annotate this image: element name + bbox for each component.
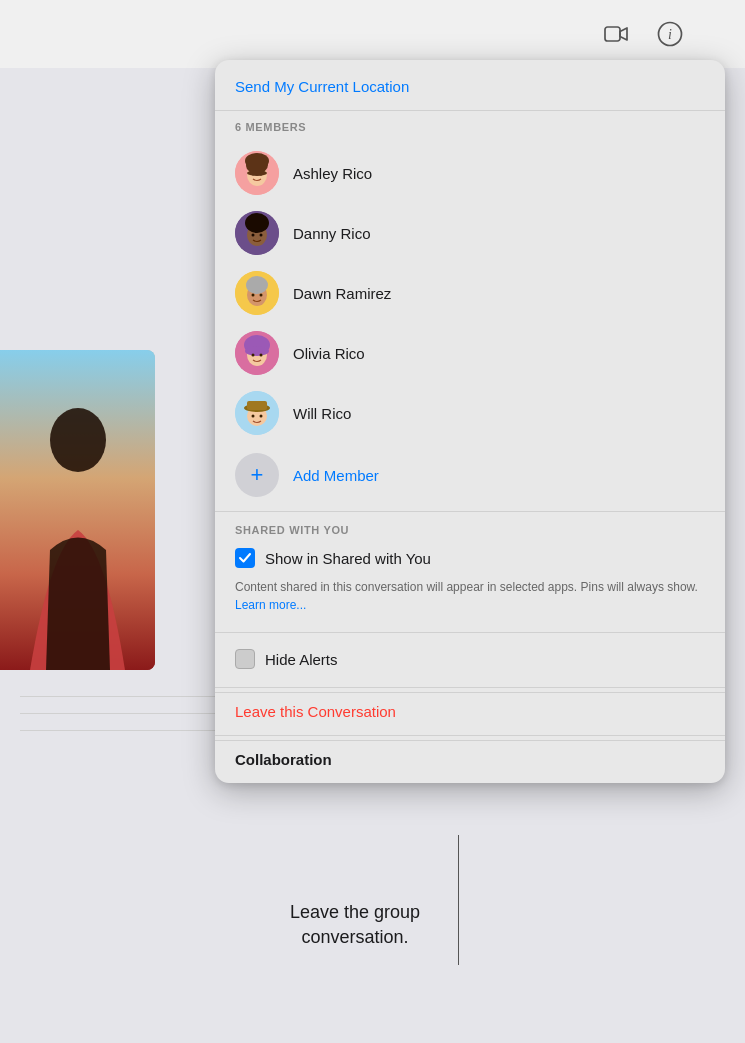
collaboration-label: Collaboration: [235, 751, 332, 768]
members-label: 6 MEMBERS: [235, 121, 705, 133]
svg-point-25: [245, 346, 269, 356]
svg-rect-31: [247, 401, 267, 410]
member-danny[interactable]: Danny Rico: [235, 203, 705, 263]
leave-section: Leave this Conversation: [215, 692, 725, 731]
collaboration-section: Collaboration: [215, 740, 725, 783]
divider-3: [215, 687, 725, 688]
svg-point-33: [260, 415, 263, 418]
divider-2: [215, 632, 725, 633]
divider-4: [215, 735, 725, 736]
top-bar: i: [0, 0, 745, 68]
member-ashley[interactable]: Ashley Rico: [235, 143, 705, 203]
svg-point-21: [260, 294, 263, 297]
member-will-name: Will Rico: [293, 405, 351, 422]
svg-point-11: [247, 170, 267, 176]
add-member-label: Add Member: [293, 467, 379, 484]
members-section-header: 6 MEMBERS: [215, 111, 725, 143]
send-location-section: Send My Current Location: [215, 60, 725, 111]
avatar-dawn: [235, 271, 279, 315]
annotation-line2: conversation.: [302, 927, 409, 947]
chat-photo-thumbnail: [0, 350, 155, 670]
svg-rect-0: [605, 27, 620, 41]
svg-point-26: [252, 354, 255, 357]
learn-more-link[interactable]: Learn more...: [235, 598, 306, 612]
show-shared-checkbox[interactable]: [235, 548, 255, 568]
add-member-row[interactable]: + Add Member: [235, 443, 705, 507]
details-panel: Send My Current Location 6 MEMBERS: [215, 60, 725, 783]
svg-point-16: [260, 234, 263, 237]
members-list: Ashley Rico Danny Rico: [215, 143, 725, 507]
avatar-ashley: [235, 151, 279, 195]
member-dawn[interactable]: Dawn Ramirez: [235, 263, 705, 323]
shared-description-text: Content shared in this conversation will…: [235, 574, 705, 622]
annotation-line1: Leave the group: [290, 902, 420, 922]
add-member-icon: +: [235, 453, 279, 497]
svg-text:i: i: [668, 27, 672, 42]
svg-point-27: [260, 354, 263, 357]
svg-point-32: [252, 415, 255, 418]
svg-point-14: [245, 213, 269, 233]
avatar-olivia: [235, 331, 279, 375]
hide-alerts-checkbox[interactable]: [235, 649, 255, 669]
annotation-line: [458, 835, 459, 965]
shared-with-you-label: SHARED WITH YOU: [235, 524, 705, 536]
member-dawn-name: Dawn Ramirez: [293, 285, 391, 302]
show-shared-label: Show in Shared with You: [265, 550, 431, 567]
member-olivia[interactable]: Olivia Rico: [235, 323, 705, 383]
member-ashley-name: Ashley Rico: [293, 165, 372, 182]
member-danny-name: Danny Rico: [293, 225, 371, 242]
svg-point-15: [252, 234, 255, 237]
hide-alerts-label: Hide Alerts: [265, 651, 338, 668]
hide-alerts-row[interactable]: Hide Alerts: [235, 643, 705, 675]
send-location-button[interactable]: Send My Current Location: [235, 78, 409, 95]
svg-point-19: [246, 276, 268, 294]
info-icon[interactable]: i: [655, 19, 685, 49]
svg-point-20: [252, 294, 255, 297]
leave-conversation-button[interactable]: Leave this Conversation: [235, 703, 396, 720]
avatar-danny: [235, 211, 279, 255]
divider-1: [215, 511, 725, 512]
hide-alerts-section: Hide Alerts: [215, 637, 725, 683]
member-olivia-name: Olivia Rico: [293, 345, 365, 362]
video-call-icon[interactable]: [601, 19, 631, 49]
member-will[interactable]: Will Rico: [235, 383, 705, 443]
avatar-will: [235, 391, 279, 435]
shared-with-you-section: SHARED WITH YOU Show in Shared with You …: [215, 516, 725, 628]
annotation-text: Leave the group conversation.: [290, 900, 420, 950]
svg-point-4: [50, 408, 106, 472]
show-shared-row[interactable]: Show in Shared with You: [235, 542, 705, 574]
